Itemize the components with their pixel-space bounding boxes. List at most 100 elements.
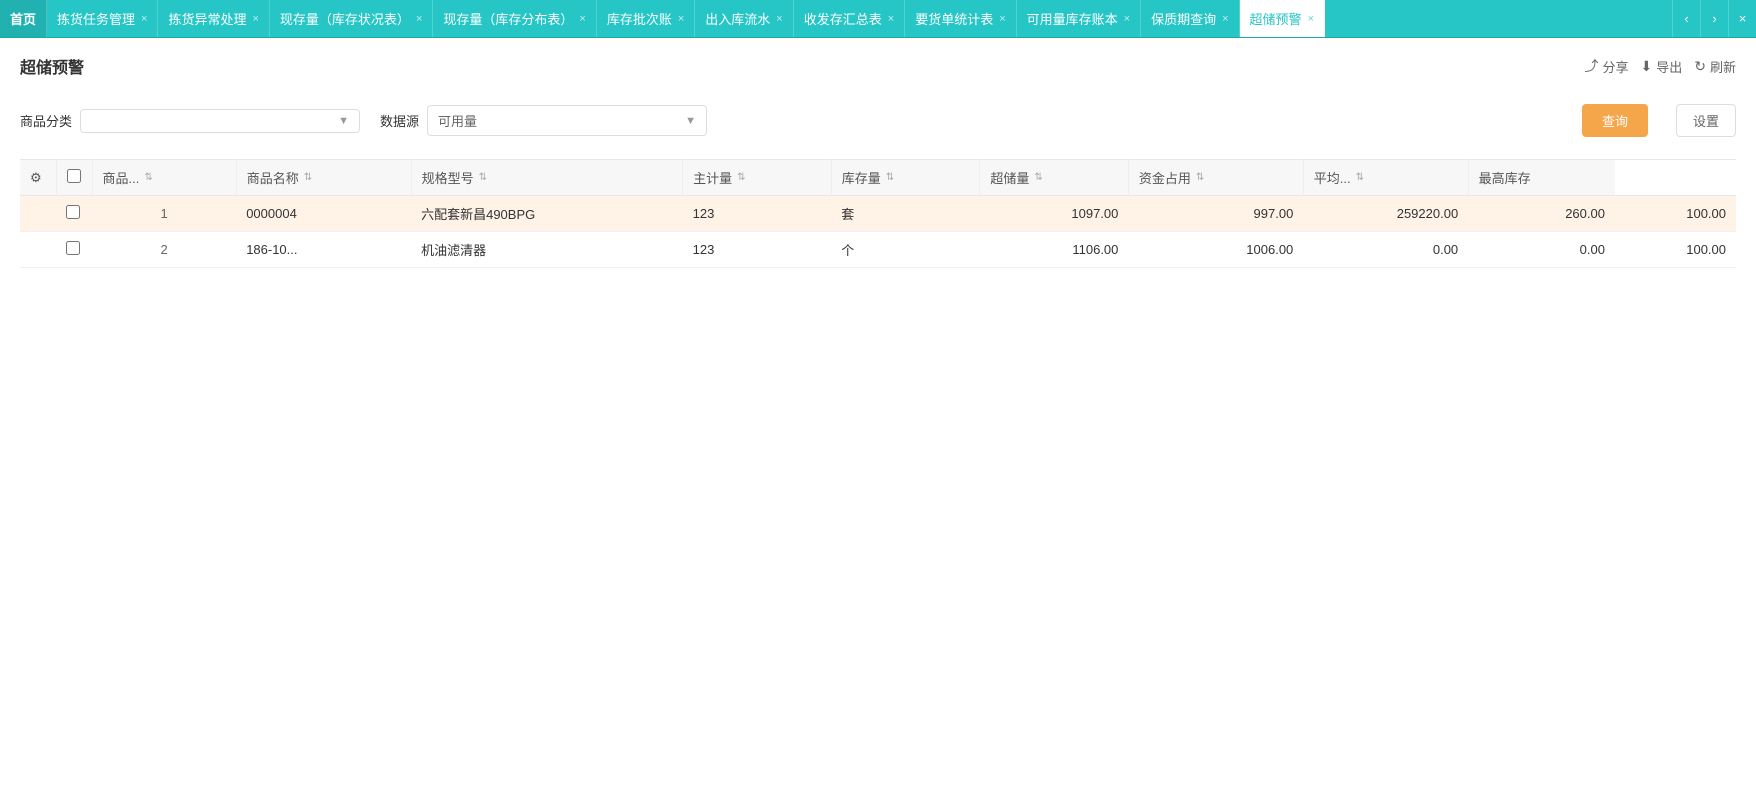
refresh-label: 刷新 <box>1710 57 1736 76</box>
nav-item-available[interactable]: 可用量库存账本 × <box>1017 0 1141 38</box>
datasource-select[interactable]: 可用量 ▼ <box>427 105 707 136</box>
select-all-checkbox[interactable] <box>67 169 81 183</box>
chevron-down-icon: ▼ <box>685 115 696 127</box>
nav-label: 保质期查询 <box>1151 9 1216 28</box>
sort-icon[interactable]: ⇅ <box>1196 172 1204 183</box>
nav-arrows: ‹ › × <box>1672 0 1756 38</box>
spec-cell: 123 <box>683 232 832 268</box>
share-label: 分享 <box>1602 57 1628 76</box>
settings-button[interactable]: 设置 <box>1676 104 1736 137</box>
nav-item-stock-dist[interactable]: 现存量（库存分布表） × <box>433 0 596 38</box>
column-label: 库存量 <box>842 168 881 187</box>
data-table: ⚙ 商品... ⇅ 商品名称 ⇅ <box>20 159 1736 268</box>
sort-icon[interactable]: ⇅ <box>304 172 312 183</box>
category-filter-group: 商品分类 ▼ <box>20 109 360 133</box>
row-checkbox[interactable] <box>66 241 80 255</box>
datasource-select-value: 可用量 <box>438 111 477 130</box>
sort-icon[interactable]: ⇅ <box>886 172 894 183</box>
export-button[interactable]: ⬇ 导出 <box>1641 57 1683 76</box>
table-row: 2 186-10... 机油滤清器 123 个 1106.00 1006.00 … <box>20 232 1736 268</box>
table-row: 1 0000004 六配套新昌490BPG 123 套 1097.00 997.… <box>20 196 1736 232</box>
gear-icon[interactable]: ⚙ <box>30 170 42 185</box>
close-icon[interactable]: × <box>776 13 782 25</box>
nav-next-button[interactable]: › <box>1700 0 1728 38</box>
nav-label: 现存量（库存状况表） <box>280 9 410 28</box>
row-checkbox-cell <box>56 196 92 232</box>
refresh-button[interactable]: ↻ 刷新 <box>1694 57 1736 76</box>
row-gear <box>20 232 56 268</box>
column-label: 平均... <box>1314 168 1351 187</box>
close-icon[interactable]: × <box>579 13 585 25</box>
nav-item-expiry[interactable]: 保质期查询 × <box>1141 0 1239 38</box>
sort-icon[interactable]: ⇅ <box>144 172 152 183</box>
stock-qty-cell: 1097.00 <box>980 196 1129 232</box>
datasource-filter-group: 数据源 可用量 ▼ <box>380 105 707 136</box>
row-checkbox-cell <box>56 232 92 268</box>
nav-label: 超储预警 <box>1250 9 1302 28</box>
close-icon[interactable]: × <box>141 13 147 25</box>
query-button[interactable]: 查询 <box>1582 104 1648 137</box>
nav-item-summary[interactable]: 收发存汇总表 × <box>794 0 905 38</box>
stock-qty-cell: 1106.00 <box>980 232 1129 268</box>
page-title: 超储预警 <box>20 54 84 78</box>
capital-cell: 259220.00 <box>1303 196 1468 232</box>
nav-prev-button[interactable]: ‹ <box>1672 0 1700 38</box>
nav-bar: 首页 拣货任务管理 × 拣货异常处理 × 现存量（库存状况表） × 现存量（库存… <box>0 0 1756 38</box>
page-content: 超储预警 ⤴ 分享 ⬇ 导出 ↻ 刷新 商品分类 ▼ 数据源 <box>0 38 1756 800</box>
nav-item-task-mgmt[interactable]: 拣货任务管理 × <box>47 0 158 38</box>
close-icon[interactable]: × <box>252 13 258 25</box>
nav-label: 库存批次账 <box>607 9 672 28</box>
avg-cell: 0.00 <box>1468 232 1615 268</box>
nav-item-home[interactable]: 首页 <box>0 0 47 38</box>
row-number: 2 <box>92 232 236 268</box>
close-icon[interactable]: × <box>416 13 422 25</box>
nav-item-order-stat[interactable]: 要货单统计表 × <box>905 0 1016 38</box>
page-actions: ⤴ 分享 ⬇ 导出 ↻ 刷新 <box>1584 56 1736 76</box>
home-label: 首页 <box>10 9 36 28</box>
export-label: 导出 <box>1656 57 1682 76</box>
page-header: 超储预警 ⤴ 分享 ⬇ 导出 ↻ 刷新 <box>20 54 1736 78</box>
sort-icon[interactable]: ⇅ <box>479 172 487 183</box>
close-icon[interactable]: × <box>1308 13 1314 25</box>
checkbox-column-header <box>56 160 92 196</box>
nav-item-inout[interactable]: 出入库流水 × <box>695 0 793 38</box>
close-icon[interactable]: × <box>1222 13 1228 25</box>
nav-item-overstock[interactable]: 超储预警 × <box>1240 0 1325 38</box>
nav-label: 拣货任务管理 <box>57 9 135 28</box>
category-filter-label: 商品分类 <box>20 111 72 130</box>
close-icon[interactable]: × <box>678 13 684 25</box>
product-name-cell: 六配套新昌490BPG <box>411 196 683 232</box>
product-code-cell: 186-10... <box>236 232 411 268</box>
spec-column-header: 规格型号 ⇅ <box>411 160 683 196</box>
unit-cell: 套 <box>831 196 980 232</box>
close-icon[interactable]: × <box>1124 13 1130 25</box>
close-icon[interactable]: × <box>999 13 1005 25</box>
sort-icon[interactable]: ⇅ <box>1034 172 1042 183</box>
close-icon[interactable]: × <box>888 13 894 25</box>
nav-close-button[interactable]: × <box>1728 0 1756 38</box>
table-header-row: ⚙ 商品... ⇅ 商品名称 ⇅ <box>20 160 1736 196</box>
sort-icon[interactable]: ⇅ <box>1356 172 1364 183</box>
gear-column-header: ⚙ <box>20 160 56 196</box>
nav-item-exception[interactable]: 拣货异常处理 × <box>158 0 269 38</box>
avg-cell: 260.00 <box>1468 196 1615 232</box>
nav-item-stock-status[interactable]: 现存量（库存状况表） × <box>270 0 433 38</box>
over-qty-cell: 1006.00 <box>1128 232 1303 268</box>
column-label: 商品... <box>103 168 140 187</box>
nav-label: 现存量（库存分布表） <box>443 9 573 28</box>
share-button[interactable]: ⤴ 分享 <box>1584 56 1628 76</box>
category-select[interactable]: ▼ <box>80 109 360 133</box>
nav-item-batch[interactable]: 库存批次账 × <box>597 0 695 38</box>
product-name-cell: 机油滤清器 <box>411 232 683 268</box>
row-checkbox[interactable] <box>66 205 80 219</box>
row-gear <box>20 196 56 232</box>
product-code-column-header: 商品... ⇅ <box>92 160 236 196</box>
nav-label: 要货单统计表 <box>915 9 993 28</box>
export-icon: ⬇ <box>1641 58 1653 75</box>
filter-row: 商品分类 ▼ 数据源 可用量 ▼ 查询 设置 <box>20 94 1736 147</box>
max-stock-cell: 100.00 <box>1615 232 1736 268</box>
column-label: 商品名称 <box>247 168 299 187</box>
sort-icon[interactable]: ⇅ <box>737 172 745 183</box>
max-stock-cell: 100.00 <box>1615 196 1736 232</box>
over-qty-column-header: 超储量 ⇅ <box>980 160 1129 196</box>
